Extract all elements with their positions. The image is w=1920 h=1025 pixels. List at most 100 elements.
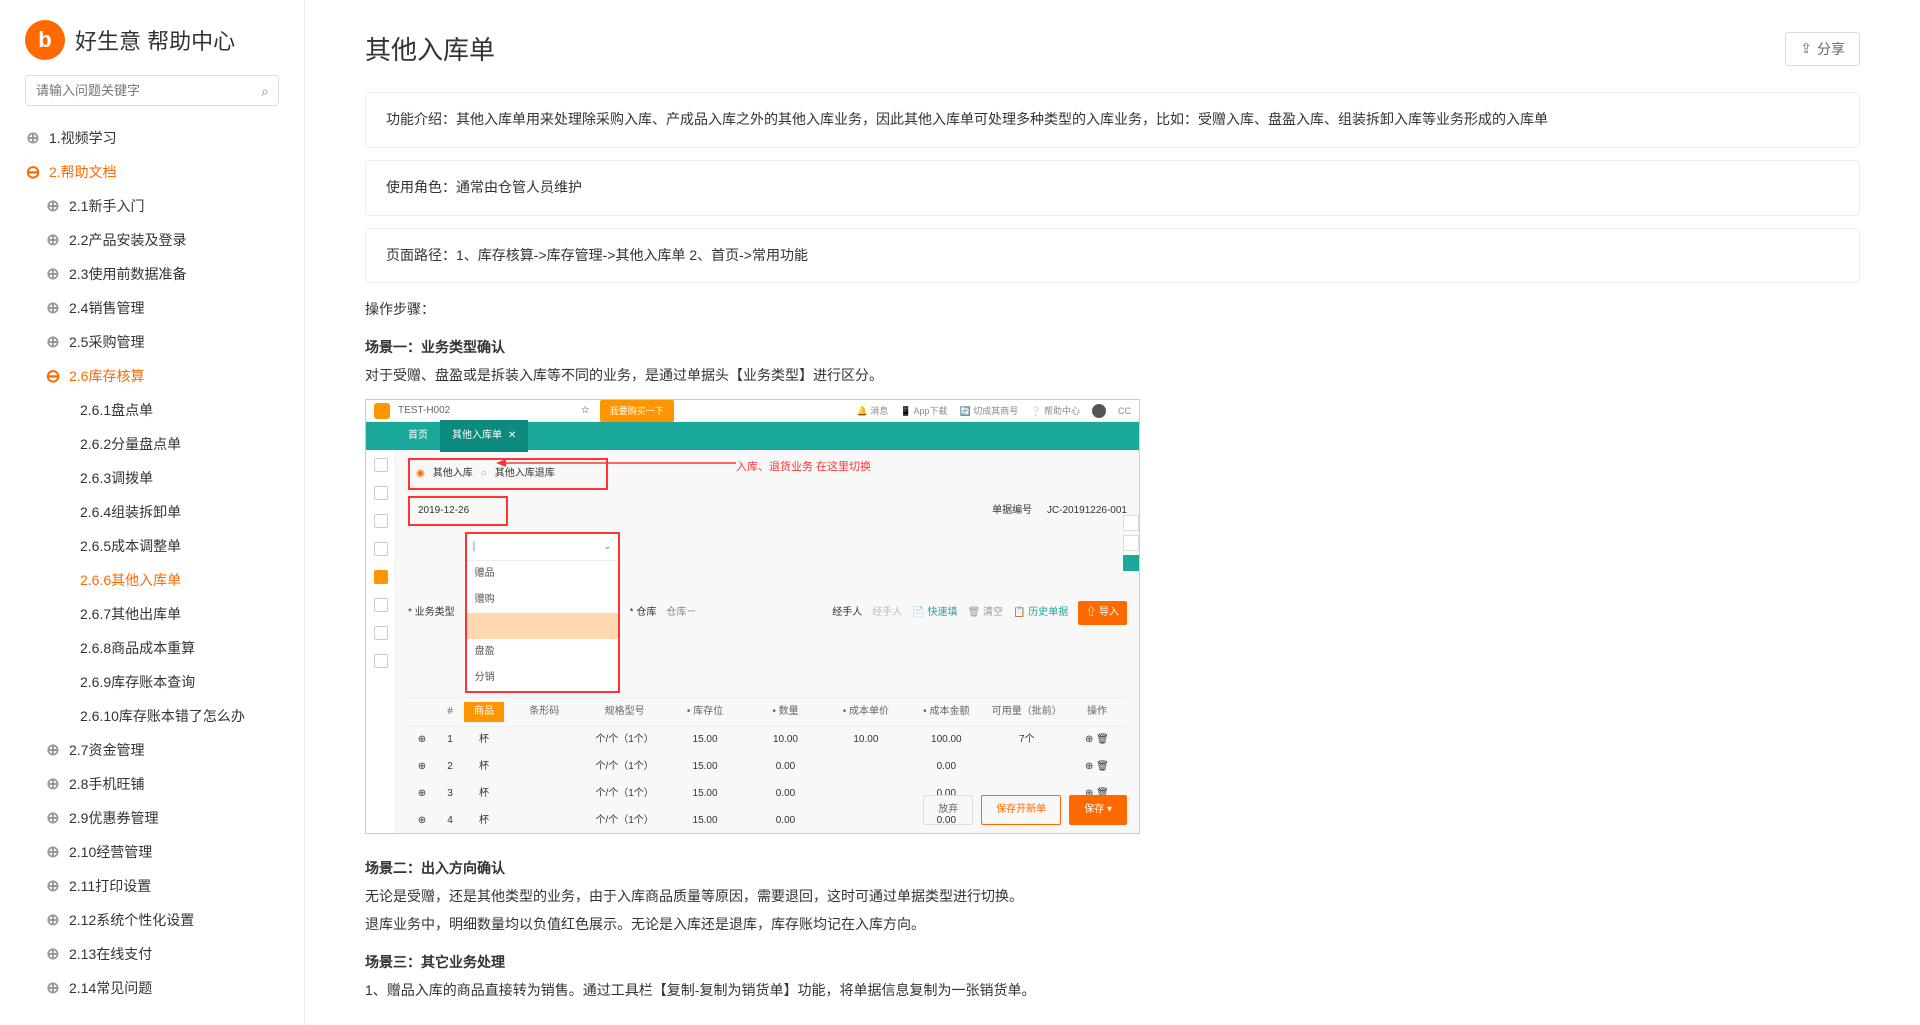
- ss-discard-button: 放弃: [923, 795, 973, 825]
- plus-icon: ⊕: [45, 810, 61, 826]
- nav-2-6-8[interactable]: 2.6.8商品成本重算: [25, 631, 279, 665]
- scene3-text: 1、赠品入库的商品直接转为销售。通过工具栏【复制-复制为销货单】功能，将单据信息…: [365, 976, 1860, 1004]
- plus-icon: ⊕: [45, 742, 61, 758]
- page-title: 其他入库单: [365, 30, 495, 67]
- plus-icon: ⊕: [45, 776, 61, 792]
- ss-logo-icon: [374, 403, 390, 419]
- scene3-title: 场景三：其它业务处理: [365, 948, 1860, 976]
- nav-2-4[interactable]: ⊕2.4销售管理: [25, 291, 279, 325]
- ss-tabrow: 首页 其他入库单✕: [366, 422, 1139, 450]
- ss-save-button: 保存 ▾: [1069, 795, 1127, 825]
- chevron-down-icon: ⌄: [603, 537, 611, 557]
- scene2-title: 场景二：出入方向确认: [365, 854, 1860, 882]
- close-icon: ✕: [508, 426, 516, 446]
- nav-2-3[interactable]: ⊕2.3使用前数据准备: [25, 257, 279, 291]
- ss-left-icon: [374, 514, 388, 528]
- intro-label: 功能介绍：: [386, 111, 456, 127]
- ss-footer: 放弃 保存开新单 保存 ▾: [923, 795, 1127, 825]
- nav-2-7[interactable]: ⊕2.7资金管理: [25, 733, 279, 767]
- ss-tab-home: 首页: [396, 422, 440, 450]
- ss-option: 盘盈: [467, 639, 618, 665]
- info-role: 使用角色：通常由仓管人员维护: [365, 160, 1860, 216]
- ss-date-field: 2019-12-26: [408, 496, 508, 526]
- ss-left-icon: [374, 542, 388, 556]
- plus-icon: ⊕: [45, 878, 61, 894]
- radio-on-icon: ◉: [416, 464, 425, 484]
- ss-date-row: 2019-12-26 单据编号 JC-20191226-001: [408, 496, 1127, 526]
- ss-left-icon: [374, 486, 388, 500]
- info-path: 页面路径：1、库存核算->库存管理->其他入库单 2、首页->常用功能: [365, 228, 1860, 284]
- plus-icon: ⊕: [45, 334, 61, 350]
- search-icon[interactable]: ⌕: [261, 83, 269, 100]
- ss-annotation-1: 入库、退货业务 在这里切换: [736, 456, 871, 478]
- nav-video[interactable]: ⊕1.视频学习: [25, 121, 279, 155]
- nav-2-6-7[interactable]: 2.6.7其他出库单: [25, 597, 279, 631]
- ss-body: ◉其他入库 ○其他入库退库 2019-12-26 单据编号 JC-2019122…: [396, 450, 1139, 834]
- ss-table-head: # 商品 条形码规格型号 • 库存位• 数量 • 成本单价• 成本金额 可用量（…: [408, 698, 1127, 727]
- nav-2-6[interactable]: ⊖2.6库存核算: [25, 359, 279, 393]
- path-text: 1、库存核算->库存管理->其他入库单 2、首页->常用功能: [456, 247, 808, 263]
- ss-form-row: * 业务类型 |⌄ 赠品 赠购 盘盈 分销 * 仓库仓库ㄧ 经手人经手人: [408, 532, 1127, 693]
- intro-text: 其他入库单用来处理除采购入库、产成品入库之外的其他入库业务，因此其他入库单可处理…: [456, 111, 1548, 127]
- main-content: 其他入库单 ⇪分享 功能介绍：其他入库单用来处理除采购入库、产成品入库之外的其他…: [305, 0, 1920, 1025]
- ss-buy-button: 我要购买一下: [600, 400, 674, 422]
- ss-doc-type-switch: ◉其他入库 ○其他入库退库: [408, 458, 608, 490]
- nav-2-11[interactable]: ⊕2.11打印设置: [25, 869, 279, 903]
- nav-2-2[interactable]: ⊕2.2产品安装及登录: [25, 223, 279, 257]
- article-content: 操作步骤： 场景一：业务类型确认 对于受赠、盘盈或是拆装入库等不同的业务，是通过…: [365, 295, 1860, 1004]
- ss-import-button: ⇧ 导入: [1078, 601, 1127, 625]
- plus-icon: ⊕: [25, 130, 41, 146]
- nav-2-6-5[interactable]: 2.6.5成本调整单: [25, 529, 279, 563]
- role-label: 使用角色：: [386, 179, 456, 195]
- nav-2-8[interactable]: ⊕2.8手机旺铺: [25, 767, 279, 801]
- ss-save-new-button: 保存开新单: [981, 795, 1061, 825]
- scene1-title: 场景一：业务类型确认: [365, 333, 1860, 361]
- nav-2-6-1[interactable]: 2.6.1盘点单: [25, 393, 279, 427]
- ss-option: 赠购: [467, 587, 618, 613]
- role-text: 通常由仓管人员维护: [456, 179, 582, 195]
- ss-left-icon: [374, 626, 388, 640]
- nav-2-6-6[interactable]: 2.6.6其他入库单: [25, 563, 279, 597]
- path-label: 页面路径：: [386, 247, 456, 263]
- search-wrap: ⌕: [0, 75, 304, 121]
- scene2-text1: 无论是受赠，还是其他类型的业务，由于入库商品质量等原因，需要退回，这时可通过单据…: [365, 882, 1860, 910]
- scene1-text: 对于受赠、盘盈或是拆装入库等不同的业务，是通过单据头【业务类型】进行区分。: [365, 361, 1860, 389]
- ss-testid: TEST-H002: [398, 401, 581, 421]
- avatar-icon: [1092, 404, 1106, 418]
- nav-2-1[interactable]: ⊕2.1新手入门: [25, 189, 279, 223]
- nav-2-5[interactable]: ⊕2.5采购管理: [25, 325, 279, 359]
- ss-tool-icon: [1123, 555, 1139, 571]
- nav-2-9[interactable]: ⊕2.9优惠券管理: [25, 801, 279, 835]
- minus-icon: ⊖: [45, 368, 61, 384]
- nav-2-6-2[interactable]: 2.6.2分量盘点单: [25, 427, 279, 461]
- ss-tool-icon: [1123, 515, 1139, 531]
- nav-2-12[interactable]: ⊕2.12系统个性化设置: [25, 903, 279, 937]
- nav-2-10[interactable]: ⊕2.10经营管理: [25, 835, 279, 869]
- ss-option: 赠品: [467, 561, 618, 587]
- site-title: 好生意 帮助中心: [75, 24, 235, 56]
- ss-option: 分销: [467, 665, 618, 691]
- info-intro: 功能介绍：其他入库单用来处理除采购入库、产成品入库之外的其他入库业务，因此其他入…: [365, 92, 1860, 148]
- ss-top-right: 🔔 消息 📱 App下载 🔄 切成其商号 ❔ 帮助中心 CC: [857, 402, 1131, 420]
- nav-2-6-4[interactable]: 2.6.4组装拆卸单: [25, 495, 279, 529]
- ss-tool-icon: [1123, 535, 1139, 551]
- nav-2-14[interactable]: ⊕2.14常见问题: [25, 971, 279, 1005]
- nav-help-docs[interactable]: ⊖2.帮助文档: [25, 155, 279, 189]
- nav-2-6-9[interactable]: 2.6.9库存账本查询: [25, 665, 279, 699]
- screenshot-image: TEST-H002 ☆ 我要购买一下 🔔 消息 📱 App下载 🔄 切成其商号 …: [365, 399, 1140, 834]
- search-input[interactable]: [25, 75, 279, 106]
- top-row: 其他入库单 ⇪分享: [365, 30, 1860, 67]
- ss-topbar: TEST-H002 ☆ 我要购买一下 🔔 消息 📱 App下载 🔄 切成其商号 …: [366, 400, 1139, 422]
- plus-icon: ⊕: [45, 946, 61, 962]
- ss-quick-links: 📄 快速填 🗑 清空 📋 历史单据 ⇧ 导入: [912, 601, 1127, 625]
- plus-icon: ⊕: [45, 266, 61, 282]
- ss-left-icon: [374, 458, 388, 472]
- nav-2-13[interactable]: ⊕2.13在线支付: [25, 937, 279, 971]
- nav-2-6-3[interactable]: 2.6.3调拨单: [25, 461, 279, 495]
- nav-2-6-10[interactable]: 2.6.10库存账本错了怎么办: [25, 699, 279, 733]
- share-button[interactable]: ⇪分享: [1785, 32, 1860, 66]
- ss-right-tools: [1123, 515, 1139, 571]
- plus-icon: ⊕: [45, 980, 61, 996]
- sidebar: b 好生意 帮助中心 ⌕ ⊕1.视频学习 ⊖2.帮助文档 ⊕2.1新手入门 ⊕2…: [0, 0, 305, 1025]
- plus-icon: ⊕: [45, 198, 61, 214]
